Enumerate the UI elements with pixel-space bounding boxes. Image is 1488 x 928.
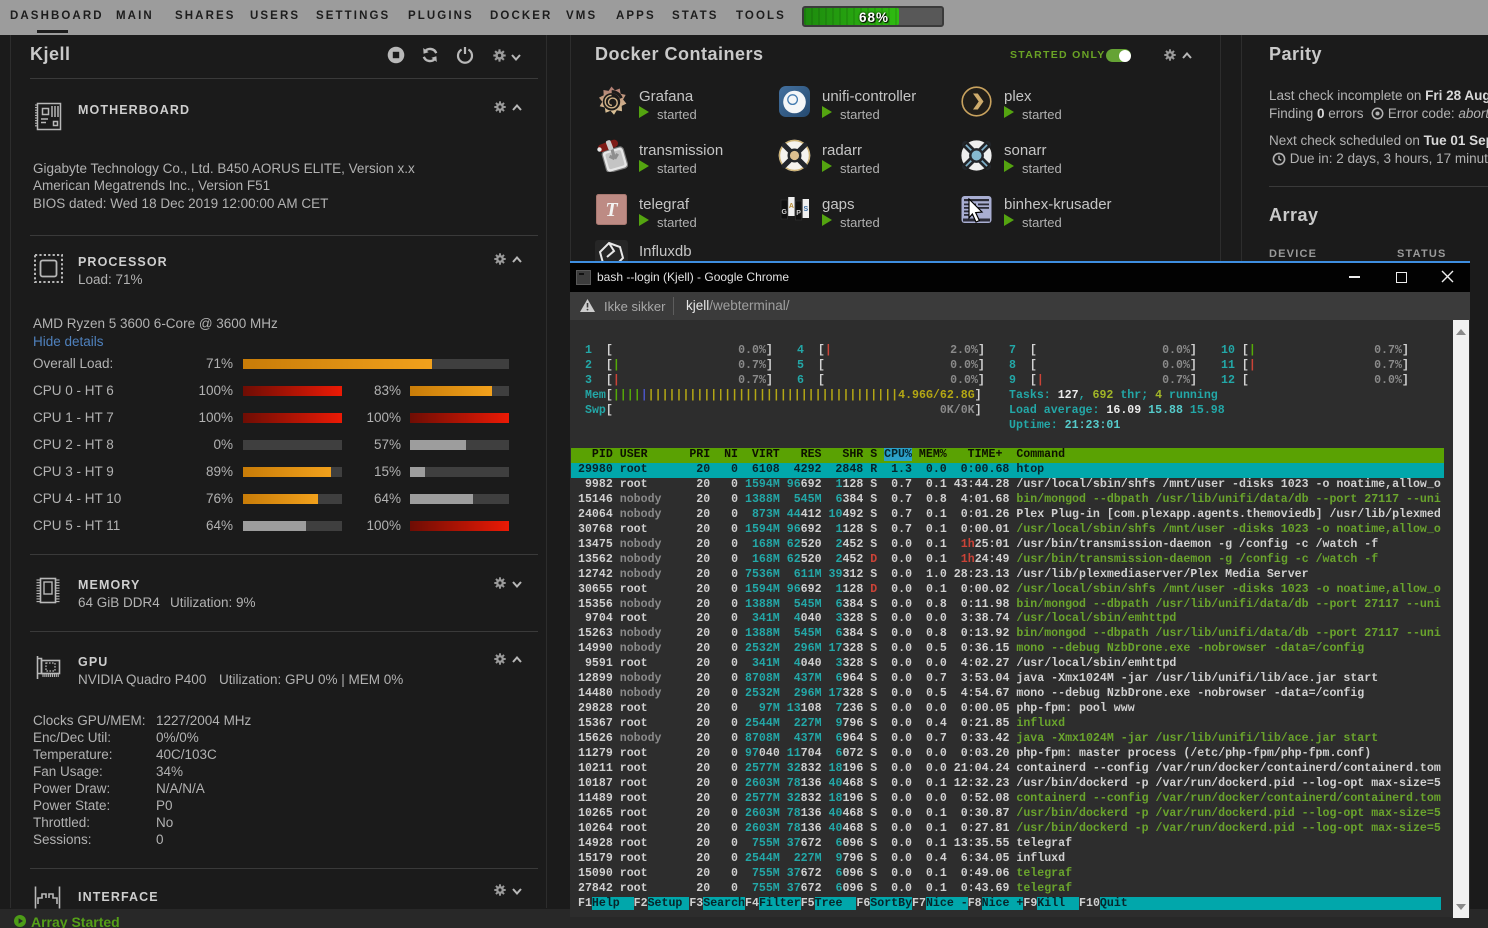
svg-text:G: G <box>781 209 787 216</box>
svg-text:P: P <box>796 210 801 217</box>
svg-text:T: T <box>605 199 618 221</box>
svg-text:S: S <box>803 206 808 213</box>
svg-text:A: A <box>789 203 794 210</box>
